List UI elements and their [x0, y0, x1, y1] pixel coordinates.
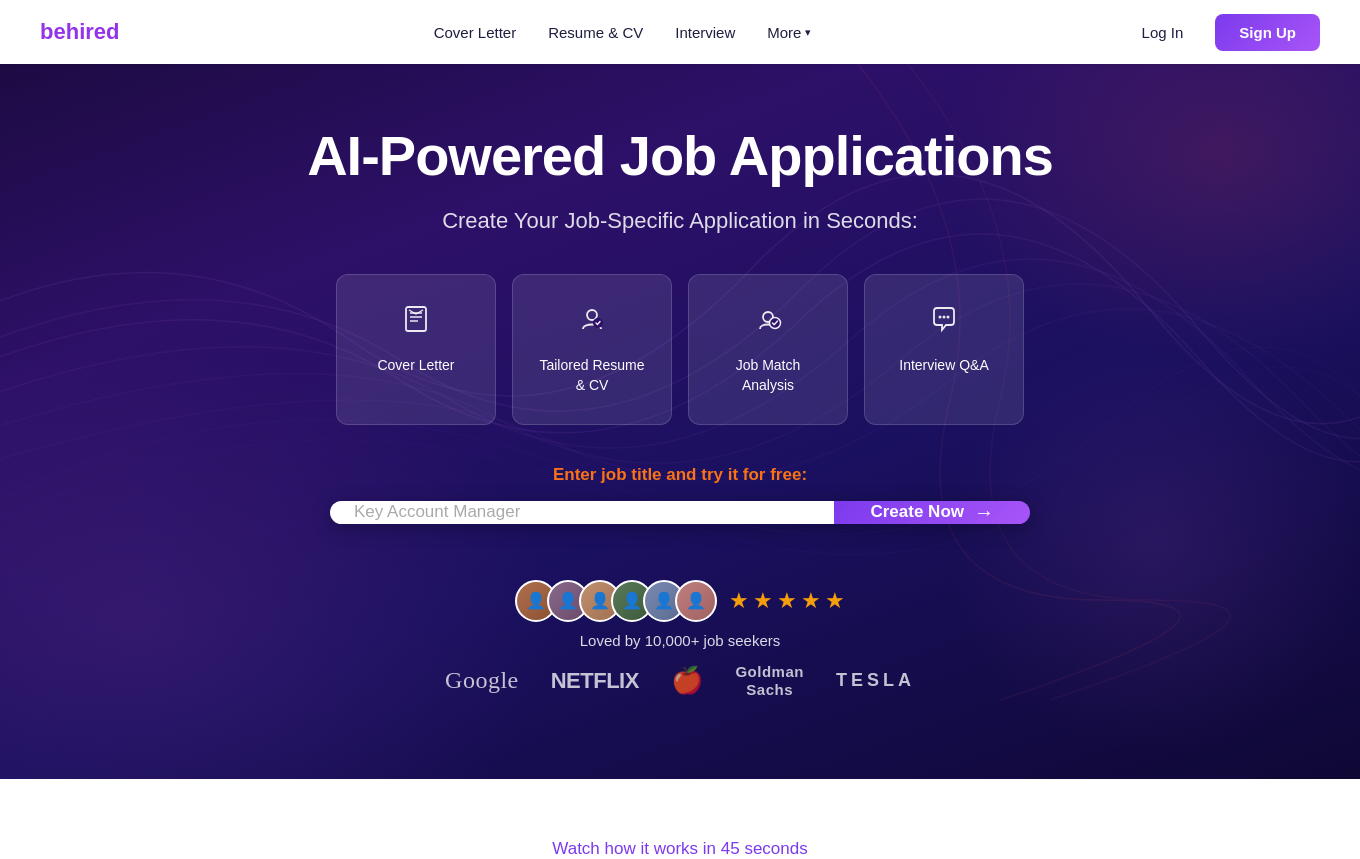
- apple-logo: 🍎: [671, 665, 704, 696]
- hero-section: AI-Powered Job Applications Create Your …: [0, 0, 1360, 779]
- create-now-button[interactable]: Create Now →: [834, 501, 1030, 524]
- job-title-input[interactable]: [330, 501, 834, 524]
- login-button[interactable]: Log In: [1126, 16, 1200, 49]
- svg-point-10: [947, 316, 950, 319]
- proof-row: 👤 👤 👤 👤 👤 👤 ★ ★ ★ ★ ★: [515, 580, 845, 622]
- highlight-text: try it for free: [701, 465, 801, 484]
- hero-content: AI-Powered Job Applications Create Your …: [0, 64, 1360, 779]
- stars-row: ★ ★ ★ ★ ★: [729, 588, 845, 614]
- feature-card-job-match[interactable]: Job Match Analysis: [688, 274, 848, 424]
- signup-button[interactable]: Sign Up: [1215, 14, 1320, 51]
- card-cover-letter-label: Cover Letter: [377, 356, 454, 376]
- svg-point-9: [943, 316, 946, 319]
- interview-icon: [928, 303, 960, 342]
- navbar: behired Cover Letter Resume & CV Intervi…: [0, 0, 1360, 64]
- goldman-logo: GoldmanSachs: [735, 663, 804, 699]
- hero-subtitle: Create Your Job-Specific Application in …: [442, 208, 918, 234]
- card-interview-label: Interview Q&A: [899, 356, 988, 376]
- company-logos: Google NETFLIX 🍎 GoldmanSachs TESLA: [445, 663, 915, 699]
- nav-links: Cover Letter Resume & CV Interview More …: [434, 24, 812, 41]
- svg-point-4: [587, 310, 597, 320]
- nav-more[interactable]: More ▾: [767, 24, 811, 41]
- feature-card-cover-letter[interactable]: Cover Letter: [336, 274, 496, 424]
- arrow-right-icon: →: [974, 501, 994, 524]
- social-proof: 👤 👤 👤 👤 👤 👤 ★ ★ ★ ★ ★ Loved by 10,000+ j…: [445, 572, 915, 699]
- feature-card-interview[interactable]: Interview Q&A: [864, 274, 1024, 424]
- star-4: ★: [801, 588, 821, 614]
- nav-interview[interactable]: Interview: [675, 24, 735, 41]
- feature-cards: Cover Letter Tailored Resume & CV: [336, 274, 1024, 424]
- netflix-logo: NETFLIX: [551, 668, 639, 694]
- star-3: ★: [777, 588, 797, 614]
- avatar-6: 👤: [675, 580, 717, 622]
- search-row: Create Now →: [330, 501, 1030, 524]
- logo[interactable]: behired: [40, 19, 119, 45]
- create-now-label: Create Now: [870, 502, 964, 522]
- resume-icon: [576, 303, 608, 342]
- nav-actions: Log In Sign Up: [1126, 14, 1320, 51]
- svg-point-8: [939, 316, 942, 319]
- feature-card-resume[interactable]: Tailored Resume & CV: [512, 274, 672, 424]
- loved-text: Loved by 10,000+ job seekers: [580, 632, 781, 649]
- avatars-row: 👤 👤 👤 👤 👤 👤: [515, 580, 717, 622]
- card-resume-label: Tailored Resume & CV: [533, 356, 651, 395]
- cover-letter-icon: [400, 303, 432, 342]
- input-label: Enter job title and try it for free:: [553, 465, 807, 485]
- star-2: ★: [753, 588, 773, 614]
- nav-cover-letter[interactable]: Cover Letter: [434, 24, 517, 41]
- chevron-down-icon: ▾: [805, 26, 811, 39]
- watch-how-link[interactable]: Watch how it works in 45 seconds: [552, 839, 807, 859]
- star-5: ★: [825, 588, 845, 614]
- hero-title: AI-Powered Job Applications: [307, 124, 1053, 188]
- below-hero-section: Watch how it works in 45 seconds behired…: [0, 779, 1360, 859]
- job-match-icon: [752, 303, 784, 342]
- card-job-match-label: Job Match Analysis: [709, 356, 827, 395]
- star-1: ★: [729, 588, 749, 614]
- nav-resume-cv[interactable]: Resume & CV: [548, 24, 643, 41]
- tesla-logo: TESLA: [836, 670, 915, 691]
- google-logo: Google: [445, 667, 519, 694]
